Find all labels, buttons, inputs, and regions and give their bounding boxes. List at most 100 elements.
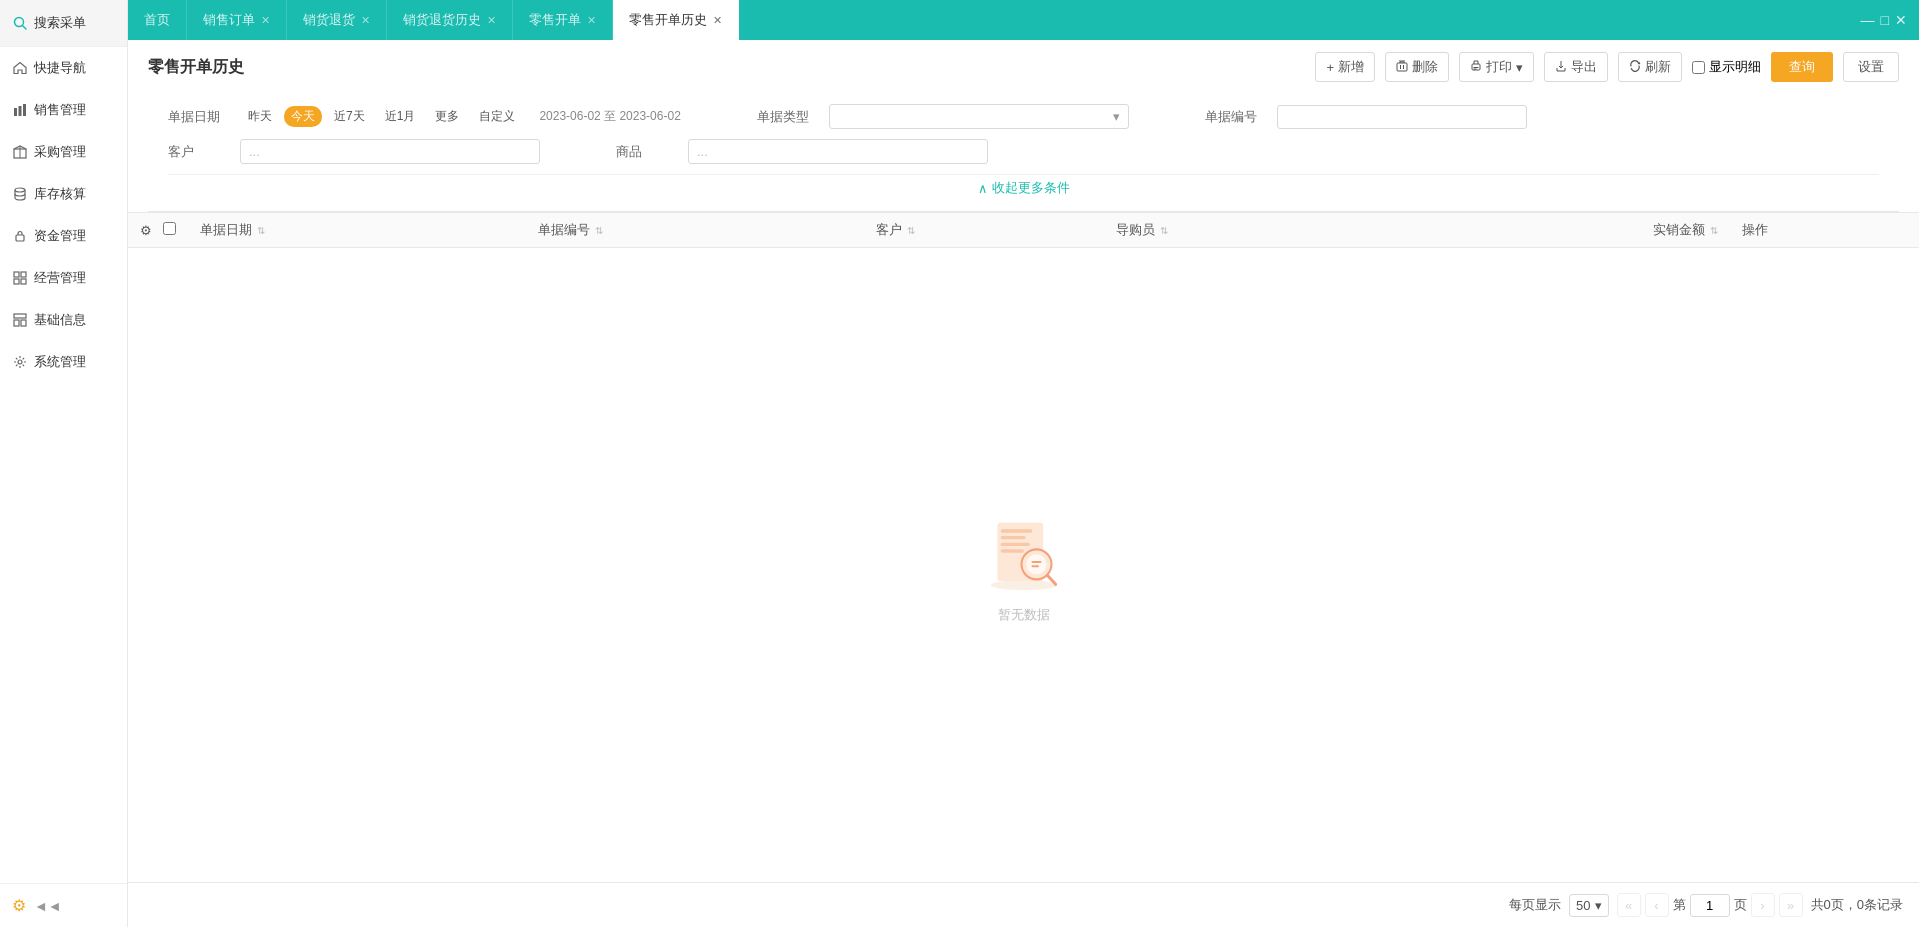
last-page-btn[interactable]: »: [1779, 893, 1803, 917]
svg-point-16: [18, 360, 22, 364]
sort-salesperson-icon: ⇅: [1160, 225, 1168, 236]
svg-rect-28: [1000, 543, 1029, 546]
th-customer[interactable]: 客户 ⇅: [864, 213, 1104, 248]
filter-area: 单据日期 昨天 今天 近7天 近1月 更多 自定义 2023-06-02 至 2…: [148, 94, 1899, 212]
bill-no-input[interactable]: [1277, 105, 1527, 129]
date-btn-today[interactable]: 今天: [284, 106, 322, 127]
goods-input[interactable]: ...: [688, 139, 988, 164]
svg-rect-3: [19, 106, 22, 116]
sidebar-item-operations[interactable]: 经营管理: [0, 257, 127, 299]
search-label: 搜索采单: [34, 14, 86, 32]
next-page-btn[interactable]: ›: [1751, 893, 1775, 917]
svg-rect-11: [14, 279, 19, 284]
maximize-button[interactable]: □: [1881, 12, 1889, 28]
window-controls: — □ ✕: [1861, 12, 1919, 28]
tab-sales-return-history-close[interactable]: ✕: [487, 14, 496, 27]
sidebar-item-quick-nav[interactable]: 快捷导航: [0, 47, 127, 89]
tab-retail-history[interactable]: 零售开单历史 ✕: [613, 0, 739, 40]
add-icon: +: [1326, 60, 1334, 75]
sidebar-item-label: 销售管理: [34, 101, 86, 119]
collapse-more-btn[interactable]: ∧ 收起更多条件: [168, 174, 1879, 201]
add-button[interactable]: + 新增: [1315, 52, 1375, 82]
date-btn-1month[interactable]: 近1月: [377, 105, 424, 128]
gear-bottom-icon[interactable]: ⚙: [12, 896, 26, 915]
first-page-btn[interactable]: «: [1617, 893, 1641, 917]
query-button[interactable]: 查询: [1771, 52, 1833, 82]
data-table: ⚙ 单据日期 ⇅ 单据编号 ⇅: [128, 213, 1919, 248]
tab-retail-open[interactable]: 零售开单 ✕: [513, 0, 613, 40]
sidebar: 搜索采单 快捷导航 销售管理 采购管理 库存核算 资金管理 经营管理: [0, 0, 128, 927]
sidebar-item-sales-mgmt[interactable]: 销售管理: [0, 89, 127, 131]
svg-rect-17: [1397, 63, 1407, 71]
date-btn-yesterday[interactable]: 昨天: [240, 105, 280, 128]
svg-point-24: [990, 580, 1057, 590]
tab-sales-return-label: 销货退货: [303, 11, 355, 29]
export-button[interactable]: 导出: [1544, 52, 1608, 82]
date-btn-7days[interactable]: 近7天: [326, 105, 373, 128]
page-label: 第: [1673, 896, 1686, 914]
grid-icon: [12, 312, 28, 328]
tab-home-label: 首页: [144, 11, 170, 29]
sidebar-item-finance[interactable]: 资金管理: [0, 215, 127, 257]
th-salesperson[interactable]: 导购员 ⇅: [1104, 213, 1393, 248]
sidebar-search[interactable]: 搜索采单: [0, 0, 127, 47]
minimize-button[interactable]: —: [1861, 12, 1875, 28]
sidebar-item-sys-mgmt[interactable]: 系统管理: [0, 341, 127, 383]
sidebar-item-label: 快捷导航: [34, 59, 86, 77]
sidebar-item-label: 库存核算: [34, 185, 86, 203]
tab-sales-return-close[interactable]: ✕: [361, 14, 370, 27]
select-all-checkbox[interactable]: [163, 222, 176, 235]
prev-page-btn[interactable]: ‹: [1645, 893, 1669, 917]
th-date[interactable]: 单据日期 ⇅: [188, 213, 526, 248]
search-icon: [12, 15, 28, 31]
tab-sales-order[interactable]: 销售订单 ✕: [187, 0, 287, 40]
page-size-select[interactable]: 50 ▾: [1569, 894, 1608, 917]
sidebar-item-base-info[interactable]: 基础信息: [0, 299, 127, 341]
print-button[interactable]: 打印 ▾: [1459, 52, 1534, 82]
date-btn-more[interactable]: 更多: [427, 105, 467, 128]
pagination-summary: 共0页，0条记录: [1811, 896, 1903, 914]
goods-label: 商品: [616, 143, 672, 161]
tab-home[interactable]: 首页: [128, 0, 187, 40]
delete-label: 删除: [1412, 58, 1438, 76]
th-action: 操作: [1730, 213, 1919, 248]
sidebar-item-purchase-mgmt[interactable]: 采购管理: [0, 131, 127, 173]
bar-icon: [12, 270, 28, 286]
bill-type-select[interactable]: ▾: [829, 104, 1129, 129]
sidebar-item-label: 资金管理: [34, 227, 86, 245]
settings-icon: [12, 354, 28, 370]
display-detail-checkbox[interactable]: [1692, 61, 1705, 74]
main-area: 首页 销售订单 ✕ 销货退货 ✕ 销货退货历史 ✕ 零售开单 ✕ 零售开单历史 …: [128, 0, 1919, 927]
tab-retail-open-close[interactable]: ✕: [587, 14, 596, 27]
display-detail-toggle[interactable]: 显示明细: [1692, 58, 1761, 76]
svg-rect-33: [1031, 561, 1041, 563]
setting-button[interactable]: 设置: [1843, 52, 1899, 82]
collapse-sidebar-icon[interactable]: ◄◄: [34, 898, 62, 914]
th-no[interactable]: 单据编号 ⇅: [526, 213, 864, 248]
page-title: 零售开单历史: [148, 57, 244, 78]
refresh-button[interactable]: 刷新: [1618, 52, 1682, 82]
svg-rect-12: [21, 279, 26, 284]
tab-bar: 首页 销售订单 ✕ 销货退货 ✕ 销货退货历史 ✕ 零售开单 ✕ 零售开单历史 …: [128, 0, 1919, 40]
prev-page-icon: ‹: [1654, 898, 1658, 913]
table-settings-icon[interactable]: ⚙: [140, 223, 152, 238]
svg-rect-4: [23, 104, 26, 116]
close-button[interactable]: ✕: [1895, 12, 1907, 28]
tab-sales-order-close[interactable]: ✕: [261, 14, 270, 27]
delete-button[interactable]: 删除: [1385, 52, 1449, 82]
sidebar-item-inventory[interactable]: 库存核算: [0, 173, 127, 215]
refresh-label: 刷新: [1645, 58, 1671, 76]
customer-dots: ...: [249, 144, 260, 159]
goods-dots: ...: [697, 144, 708, 159]
date-btn-custom[interactable]: 自定义: [471, 105, 523, 128]
tab-sales-return-history[interactable]: 销货退货历史 ✕: [387, 0, 513, 40]
customer-input[interactable]: ...: [240, 139, 540, 164]
svg-point-7: [15, 188, 25, 192]
page-number-input[interactable]: [1690, 894, 1730, 917]
tab-retail-history-close[interactable]: ✕: [713, 14, 722, 27]
tab-sales-return[interactable]: 销货退货 ✕: [287, 0, 387, 40]
th-amount[interactable]: 实销金额 ⇅: [1392, 213, 1730, 248]
svg-rect-22: [1474, 67, 1479, 68]
next-page-icon: ›: [1760, 898, 1764, 913]
last-page-icon: »: [1787, 898, 1794, 913]
